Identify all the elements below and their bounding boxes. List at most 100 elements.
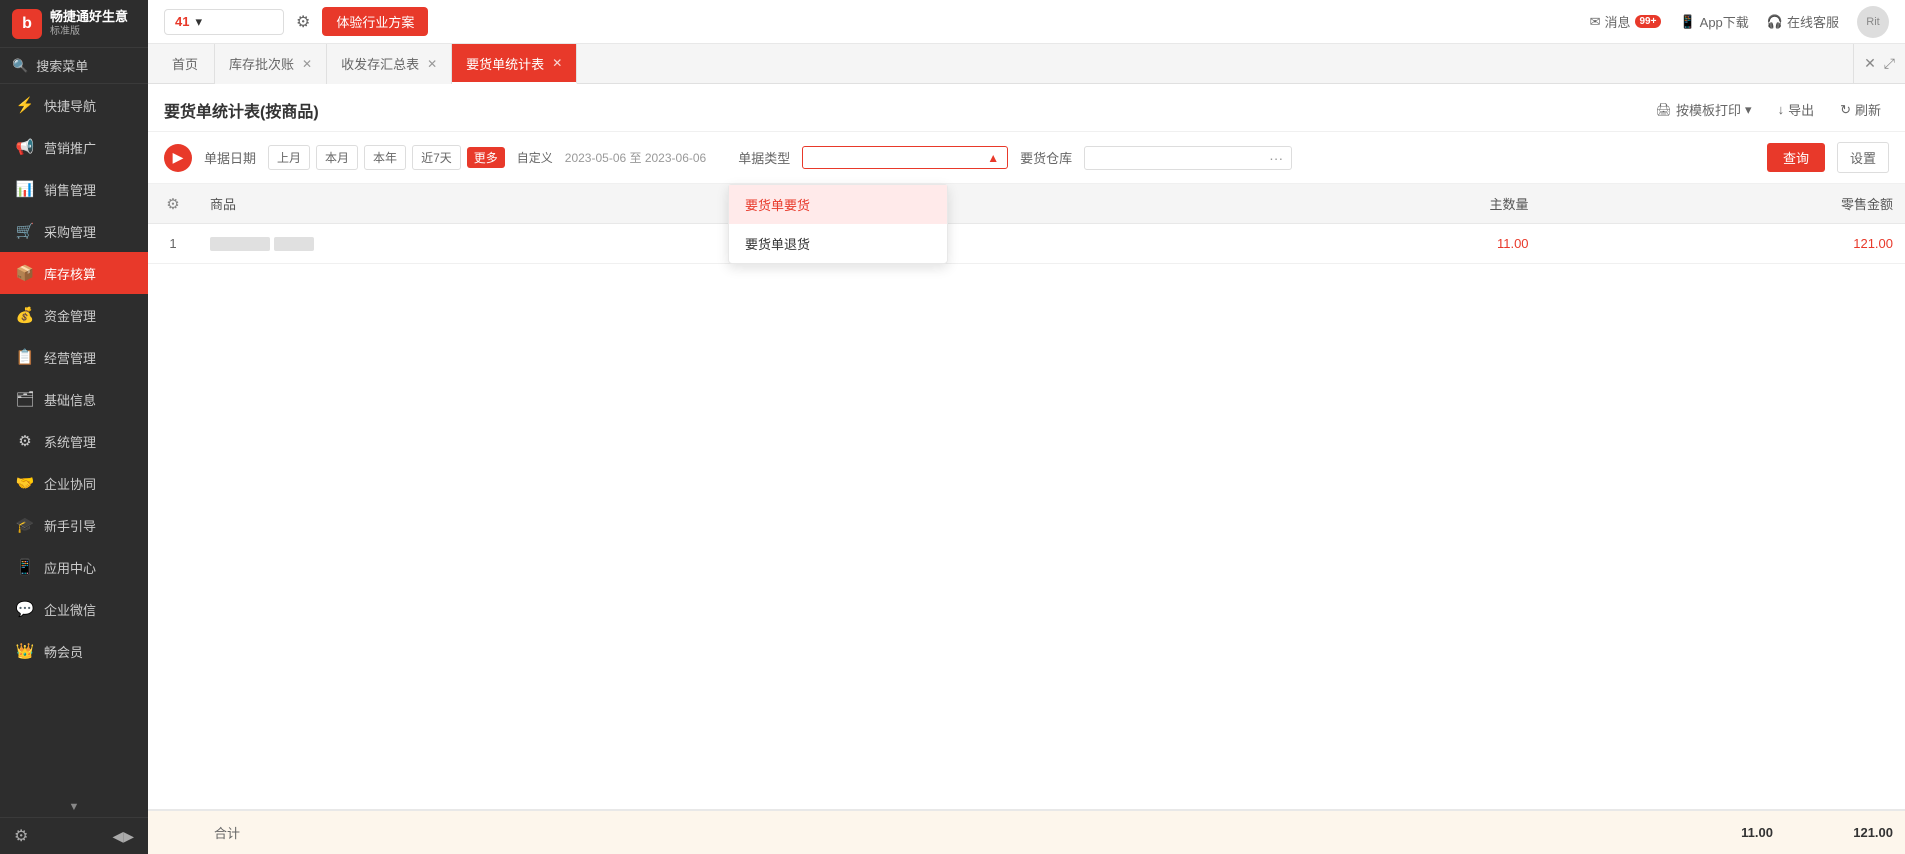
cell-seq: 1 — [148, 224, 198, 264]
warehouse-filter-label: 要货仓库 — [1020, 148, 1072, 167]
footer-label: 合计 — [198, 811, 1515, 854]
sidebar-search[interactable]: 🔍 搜索菜单 — [0, 48, 148, 84]
messages-item[interactable]: ✉ 消息 99+ — [1590, 12, 1662, 31]
tab-expand-icon[interactable]: ⤢ — [1884, 55, 1895, 72]
last-month-btn[interactable]: 上月 — [268, 145, 310, 170]
tab-close-order-stats[interactable]: ✕ — [552, 57, 562, 69]
topbar: 41 ▾ ⚙ 体验行业方案 ✉ 消息 99+ 📱 App下载 🎧 在线客服 Ri… — [148, 0, 1905, 44]
sidebar-item-purchase[interactable]: 🛒 采购管理 — [0, 210, 148, 252]
warehouse-ellipsis-icon[interactable]: ··· — [1269, 150, 1283, 166]
page-title: 要货单统计表(按商品) — [164, 98, 319, 122]
quick-nav-icon: ⚡ — [14, 94, 36, 116]
finance-icon: 💰 — [14, 304, 36, 326]
guide-icon: 🎓 — [14, 514, 36, 536]
cell-product — [198, 224, 812, 264]
query-button[interactable]: 查询 — [1767, 143, 1825, 172]
this-month-btn[interactable]: 本月 — [316, 145, 358, 170]
app-brand: 畅捷通好生意 标准版 — [50, 9, 128, 39]
tabs-bar: 首页 库存批次账 ✕ 收发存汇总表 ✕ 要货单统计表 ✕ ✕ ⤢ — [148, 44, 1905, 84]
type-filter-chevron-up-icon[interactable]: ▲ — [987, 151, 999, 165]
col-product: 商品 — [198, 184, 812, 224]
this-year-btn[interactable]: 本年 — [364, 145, 406, 170]
footer-qty: 11.00 — [1665, 811, 1785, 854]
collapse-icon[interactable]: ◀▶ — [112, 828, 134, 845]
col-qty: 主数量 — [1238, 184, 1540, 224]
page-panel: 要货单统计表(按商品) 🖨 按模板打印 ▾ ↓ 导出 ↻ 刷新 — [148, 84, 1905, 854]
table-wrapper: ⚙ 商品 主计量单位 主数量 零售金额 1 — [148, 184, 1905, 809]
user-avatar[interactable]: Rit — [1857, 6, 1889, 38]
date-filter-label: 单据日期 — [204, 148, 256, 167]
sidebar-nav: ⚡ 快捷导航 📢 营销推广 📊 销售管理 🛒 采购管理 📦 库存核算 💰 资金管… — [0, 84, 148, 797]
inventory-icon: 📦 — [14, 262, 36, 284]
topbar-left: 41 ▾ ⚙ 体验行业方案 — [164, 7, 428, 36]
topbar-right: ✉ 消息 99+ 📱 App下载 🎧 在线客服 Rit — [1590, 6, 1889, 38]
product-placeholder-1 — [210, 237, 270, 251]
tabs-bar-right: ✕ ⤢ — [1853, 44, 1905, 83]
sidebar-item-wechat[interactable]: 💬 企业微信 — [0, 588, 148, 630]
system-icon: ⚙ — [14, 430, 36, 452]
more-date-badge[interactable]: 更多 — [467, 147, 505, 168]
members-icon: 👑 — [14, 640, 36, 662]
type-filter-field[interactable] — [811, 150, 987, 165]
type-filter-input[interactable]: ▲ — [802, 146, 1008, 169]
page-header: 要货单统计表(按商品) 🖨 按模板打印 ▾ ↓ 导出 ↻ 刷新 — [148, 84, 1905, 132]
sidebar: b 畅捷通好生意 标准版 🔍 搜索菜单 ⚡ 快捷导航 📢 营销推广 📊 销售管理… — [0, 0, 148, 854]
topbar-gear-icon[interactable]: ⚙ — [296, 12, 310, 32]
sidebar-item-finance[interactable]: 💰 资金管理 — [0, 294, 148, 336]
sidebar-scroll-down[interactable]: ▼ — [0, 797, 148, 817]
print-chevron-icon: ▾ — [1745, 102, 1752, 118]
table-footer: 合计 11.00 121.00 — [148, 809, 1905, 854]
settings-icon[interactable]: ⚙ — [14, 826, 28, 846]
print-button[interactable]: 🖨 按模板打印 ▾ — [1648, 96, 1760, 123]
dropdown-item-0[interactable]: 要货单要货 — [729, 185, 947, 224]
sidebar-item-apps[interactable]: 📱 应用中心 — [0, 546, 148, 588]
headset-icon: 🎧 — [1767, 14, 1783, 30]
col-settings: ⚙ — [148, 184, 198, 224]
export-button[interactable]: ↓ 导出 — [1770, 96, 1823, 123]
tab-home[interactable]: 首页 — [156, 44, 215, 84]
enterprise-icon: 🤝 — [14, 472, 36, 494]
last-7-days-btn[interactable]: 近7天 — [412, 145, 461, 170]
sidebar-item-inventory[interactable]: 📦 库存核算 — [0, 252, 148, 294]
app-logo-icon: b — [12, 9, 42, 39]
tab-order-stats[interactable]: 要货单统计表 ✕ — [452, 44, 577, 84]
type-filter-label: 单据类型 — [738, 148, 790, 167]
tab-inventory-batch[interactable]: 库存批次账 ✕ — [215, 44, 327, 84]
sidebar-item-basic[interactable]: 🗂 基础信息 — [0, 378, 148, 420]
sidebar-item-guide[interactable]: 🎓 新手引导 — [0, 504, 148, 546]
online-service-item[interactable]: 🎧 在线客服 — [1767, 12, 1839, 31]
operation-icon: 📋 — [14, 346, 36, 368]
tab-close-all-icon[interactable]: ✕ — [1864, 55, 1876, 72]
cell-amount: 121.00 — [1541, 224, 1905, 264]
sidebar-item-operation[interactable]: 📋 经营管理 — [0, 336, 148, 378]
dropdown-item-1[interactable]: 要货单退货 — [729, 224, 947, 263]
sidebar-item-system[interactable]: ⚙ 系统管理 — [0, 420, 148, 462]
filter-settings-button[interactable]: 设置 — [1837, 142, 1889, 173]
refresh-button[interactable]: ↻ 刷新 — [1832, 96, 1889, 123]
date-range-display: 2023-05-06 至 2023-06-06 — [565, 149, 706, 166]
custom-date-btn[interactable]: 自定义 — [517, 149, 553, 166]
sales-icon: 📊 — [14, 178, 36, 200]
filter-date-buttons: 上月 本月 本年 近7天 更多 — [268, 145, 505, 170]
col-amount: 零售金额 — [1541, 184, 1905, 224]
sidebar-item-members[interactable]: 👑 畅会员 — [0, 630, 148, 672]
filter-expand-button[interactable]: ▶ — [164, 144, 192, 172]
sidebar-item-enterprise[interactable]: 🤝 企业协同 — [0, 462, 148, 504]
sidebar-logo: b 畅捷通好生意 标准版 — [0, 0, 148, 48]
tab-receive-summary[interactable]: 收发存汇总表 ✕ — [327, 44, 452, 84]
store-selector[interactable]: 41 ▾ — [164, 9, 284, 35]
sidebar-item-marketing[interactable]: 📢 营销推广 — [0, 126, 148, 168]
trial-button[interactable]: 体验行业方案 — [322, 7, 428, 36]
sidebar-item-sales[interactable]: 📊 销售管理 — [0, 168, 148, 210]
tab-close-receive-summary[interactable]: ✕ — [427, 58, 437, 70]
cell-qty: 11.00 — [1238, 224, 1540, 264]
column-settings-icon[interactable]: ⚙ — [166, 196, 179, 213]
app-download-item[interactable]: 📱 App下载 — [1679, 12, 1748, 31]
page-header-actions: 🖨 按模板打印 ▾ ↓ 导出 ↻ 刷新 — [1648, 96, 1890, 123]
export-icon: ↓ — [1778, 102, 1785, 117]
table-row: 1 块 11.00 121.00 — [148, 224, 1905, 264]
tab-close-inventory-batch[interactable]: ✕ — [302, 58, 312, 70]
warehouse-filter-field[interactable] — [1093, 150, 1269, 165]
sidebar-item-quick-nav[interactable]: ⚡ 快捷导航 — [0, 84, 148, 126]
footer-unit-empty — [1515, 811, 1665, 854]
